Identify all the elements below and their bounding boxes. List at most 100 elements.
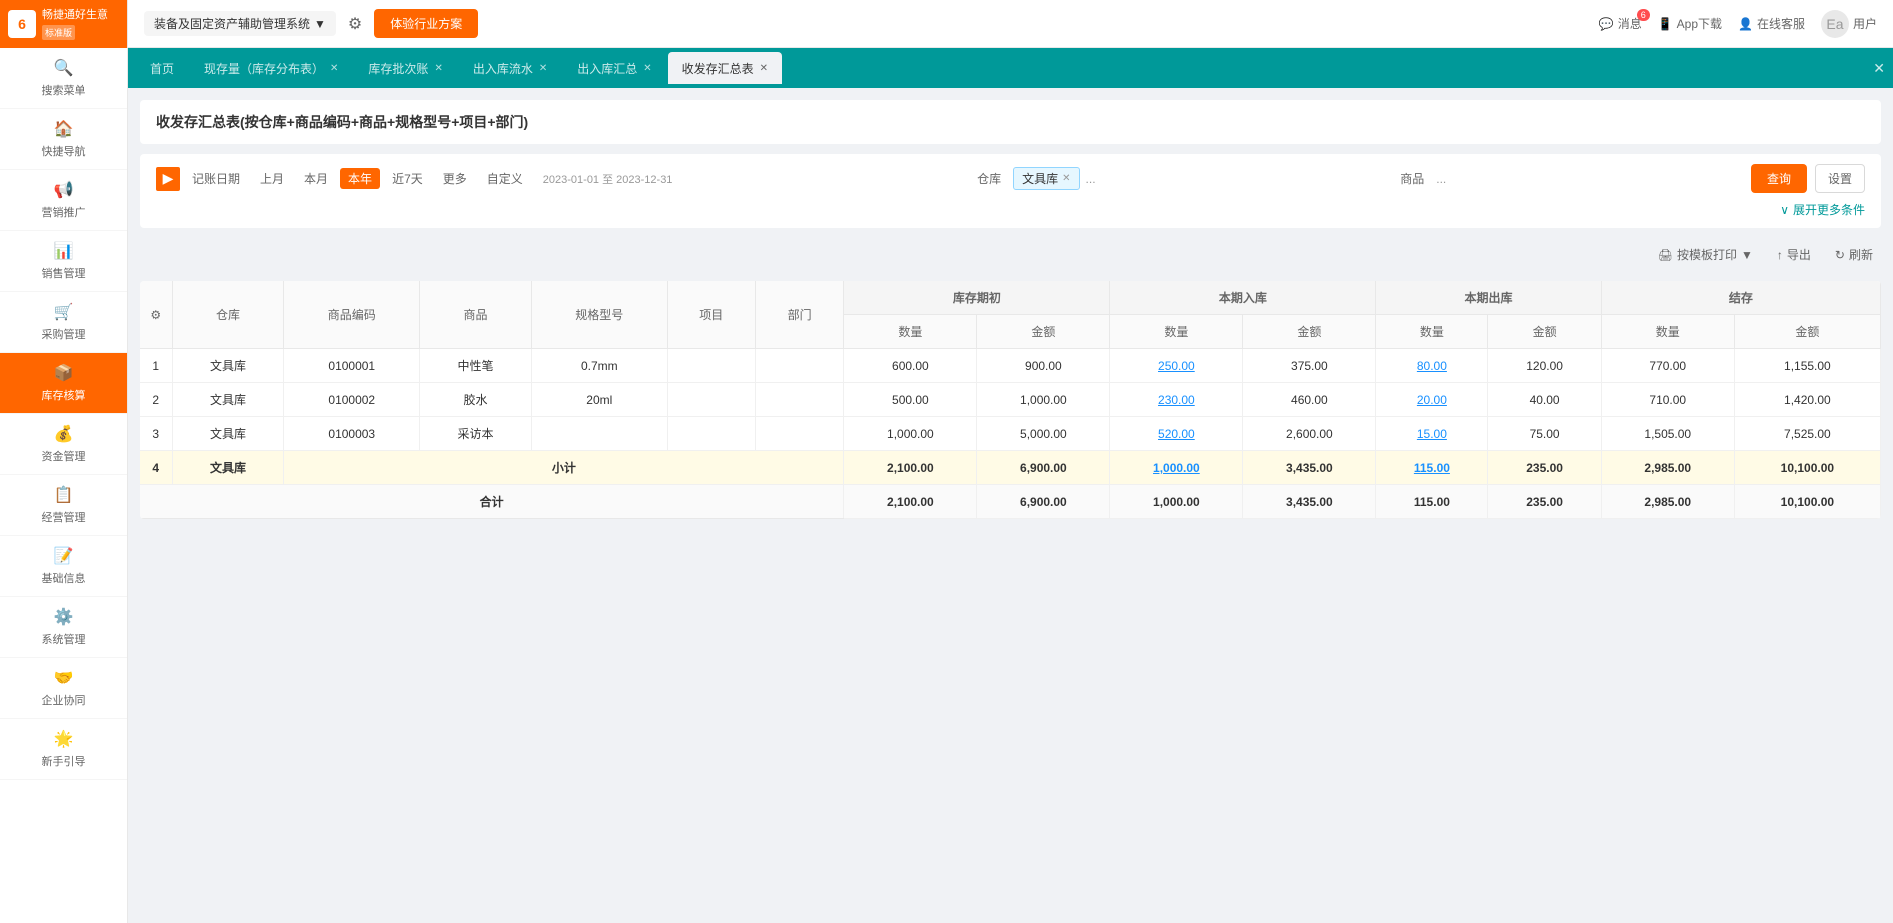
inventory-icon: 📦 xyxy=(54,363,74,383)
table-header-project: 项目 xyxy=(667,281,755,349)
page-title: 收发存汇总表(按仓库+商品编码+商品+规格型号+项目+部门) xyxy=(156,112,1865,132)
tab-inventory-dist-close[interactable]: ✕ xyxy=(330,63,338,74)
sidebar-item-label-basic: 基础信息 xyxy=(42,570,86,586)
sidebar-item-capital[interactable]: 💰 资金管理 xyxy=(0,414,127,475)
table-header-in-qty: 数量 xyxy=(1110,315,1243,349)
tab-bar: 首页 现存量（库存分布表） ✕ 库存批次账 ✕ 出入库流水 ✕ 出入库汇总 ✕ … xyxy=(128,48,1893,88)
warehouse-tag-text: 文具库 xyxy=(1022,170,1058,187)
filter-toggle[interactable]: ▶ xyxy=(156,167,180,191)
tab-in-out-flow[interactable]: 出入库流水 ✕ xyxy=(459,52,561,84)
avatar-icon: Ea xyxy=(1826,16,1843,32)
tab-batch-account-close[interactable]: ✕ xyxy=(434,63,442,74)
data-table-container: ⚙ 仓库 商品编码 商品 规格型号 项目 部门 库存期初 本期入库 本期出库 结… xyxy=(140,281,1881,519)
table-header-out: 本期出库 xyxy=(1376,281,1601,315)
sidebar-item-inventory[interactable]: 📦 库存核算 xyxy=(0,353,127,414)
tab-home[interactable]: 首页 xyxy=(136,52,188,84)
chevron-down-icon: ▼ xyxy=(1741,248,1753,262)
footer-out-qty: 115.00 xyxy=(1376,485,1488,519)
warehouse-filter-label: 仓库 xyxy=(977,170,1001,187)
tab-recv-send-summary[interactable]: 收发存汇总表 ✕ xyxy=(668,52,782,84)
sidebar-item-label-quick-nav: 快捷导航 xyxy=(42,143,86,159)
message-action[interactable]: 💬 消息 6 xyxy=(1599,15,1642,32)
sidebar-item-label-sales: 销售管理 xyxy=(42,265,86,281)
online-service-action[interactable]: 👤 在线客服 xyxy=(1738,15,1805,32)
date-btn-last-month[interactable]: 上月 xyxy=(252,168,292,189)
settings-icon[interactable]: ⚙ xyxy=(348,14,362,34)
user-action[interactable]: Ea 用户 xyxy=(1821,10,1877,38)
tab-recv-send-summary-close[interactable]: ✕ xyxy=(760,63,768,74)
sidebar-item-operation[interactable]: 📋 经营管理 xyxy=(0,475,127,536)
top-header: 装备及固定资产辅助管理系统 ▼ ⚙ 体验行业方案 💬 消息 6 📱 App下载 … xyxy=(128,0,1893,48)
sidebar-item-enterprise[interactable]: 🤝 企业协同 xyxy=(0,658,127,719)
date-filter-label: 记账日期 xyxy=(192,170,240,187)
table-row: 1 文具库 0100001 中性笔 0.7mm 600.00 900.00 25… xyxy=(140,349,1881,383)
tab-in-out-flow-close[interactable]: ✕ xyxy=(539,63,547,74)
footer-bal-amt: 10,100.00 xyxy=(1734,485,1880,519)
data-table: ⚙ 仓库 商品编码 商品 规格型号 项目 部门 库存期初 本期入库 本期出库 结… xyxy=(140,281,1881,519)
table-header-code: 商品编码 xyxy=(284,281,420,349)
date-btn-this-year[interactable]: 本年 xyxy=(340,168,380,189)
warehouse-tag: 文具库 ✕ xyxy=(1013,167,1079,190)
product-filter-area: ... xyxy=(1436,172,1446,186)
tab-in-out-summary-close[interactable]: ✕ xyxy=(643,63,651,74)
export-button[interactable]: ↑ 导出 xyxy=(1769,242,1819,267)
warehouse-tag-remove[interactable]: ✕ xyxy=(1062,173,1070,184)
guide-icon: 🌟 xyxy=(54,729,74,749)
table-header-spec: 规格型号 xyxy=(532,281,668,349)
capital-icon: 💰 xyxy=(54,424,74,444)
system-name: 装备及固定资产辅助管理系统 xyxy=(154,15,310,32)
settings-button[interactable]: 设置 xyxy=(1815,164,1865,193)
chevron-down-icon: ∨ xyxy=(1780,203,1789,217)
service-icon: 👤 xyxy=(1738,17,1753,31)
warehouse-filter-more[interactable]: ... xyxy=(1086,172,1096,186)
refresh-button[interactable]: ↻ 刷新 xyxy=(1827,242,1881,267)
tab-batch-account[interactable]: 库存批次账 ✕ xyxy=(354,52,456,84)
sidebar-item-search[interactable]: 🔍 搜索菜单 xyxy=(0,48,127,109)
user-avatar: Ea xyxy=(1821,10,1849,38)
sidebar-item-label-capital: 资金管理 xyxy=(42,448,86,464)
table-header-bal-qty: 数量 xyxy=(1601,315,1734,349)
footer-label: 合计 xyxy=(140,485,844,519)
tab-close-all[interactable]: ✕ xyxy=(1873,60,1885,77)
tab-inventory-dist[interactable]: 现存量（库存分布表） ✕ xyxy=(190,52,352,84)
table-settings-header[interactable]: ⚙ xyxy=(140,281,172,349)
date-btn-this-month[interactable]: 本月 xyxy=(296,168,336,189)
sidebar-item-quick-nav[interactable]: 🏠 快捷导航 xyxy=(0,109,127,170)
expand-conditions-btn[interactable]: ∨ 展开更多条件 xyxy=(1780,201,1865,218)
date-btn-more[interactable]: 更多 xyxy=(435,168,475,189)
trial-button[interactable]: 体验行业方案 xyxy=(374,9,478,38)
expand-conditions-label: 展开更多条件 xyxy=(1793,201,1865,218)
tab-batch-account-label: 库存批次账 xyxy=(368,60,428,77)
system-selector[interactable]: 装备及固定资产辅助管理系统 ▼ xyxy=(144,11,336,36)
app-download-action[interactable]: 📱 App下载 xyxy=(1658,15,1722,32)
tab-in-out-flow-label: 出入库流水 xyxy=(473,60,533,77)
table-header-in-amt: 金额 xyxy=(1243,315,1376,349)
sidebar-item-basic[interactable]: 📝 基础信息 xyxy=(0,536,127,597)
print-button[interactable]: 🖨 按模板打印 ▼ xyxy=(1650,242,1761,267)
table-header-init-qty: 数量 xyxy=(844,315,977,349)
footer-init-amt: 6,900.00 xyxy=(977,485,1110,519)
date-btn-custom[interactable]: 自定义 xyxy=(479,168,531,189)
sidebar-item-system[interactable]: ⚙️ 系统管理 xyxy=(0,597,127,658)
table-header-out-amt: 金额 xyxy=(1488,315,1601,349)
product-filter-more[interactable]: ... xyxy=(1436,172,1446,186)
sidebar-item-guide[interactable]: 🌟 新手引导 xyxy=(0,719,127,780)
product-filter-label: 商品 xyxy=(1400,170,1424,187)
sidebar-item-marketing[interactable]: 📢 营销推广 xyxy=(0,170,127,231)
sidebar-item-sales[interactable]: 📊 销售管理 xyxy=(0,231,127,292)
date-btn-7days[interactable]: 近7天 xyxy=(384,168,431,189)
footer-in-amt: 3,435.00 xyxy=(1243,485,1376,519)
app-download-label: App下载 xyxy=(1677,15,1722,32)
footer-out-amt: 235.00 xyxy=(1488,485,1601,519)
print-icon: 🖨 xyxy=(1658,248,1673,262)
query-button[interactable]: 查询 xyxy=(1751,164,1807,193)
table-header-dept: 部门 xyxy=(755,281,843,349)
sidebar-item-purchase[interactable]: 🛒 采购管理 xyxy=(0,292,127,353)
system-icon: ⚙️ xyxy=(54,607,74,627)
enterprise-icon: 🤝 xyxy=(54,668,74,688)
purchase-icon: 🛒 xyxy=(54,302,74,322)
tab-in-out-summary[interactable]: 出入库汇总 ✕ xyxy=(563,52,665,84)
operation-icon: 📋 xyxy=(54,485,74,505)
online-service-label: 在线客服 xyxy=(1757,15,1805,32)
export-icon: ↑ xyxy=(1777,248,1783,262)
